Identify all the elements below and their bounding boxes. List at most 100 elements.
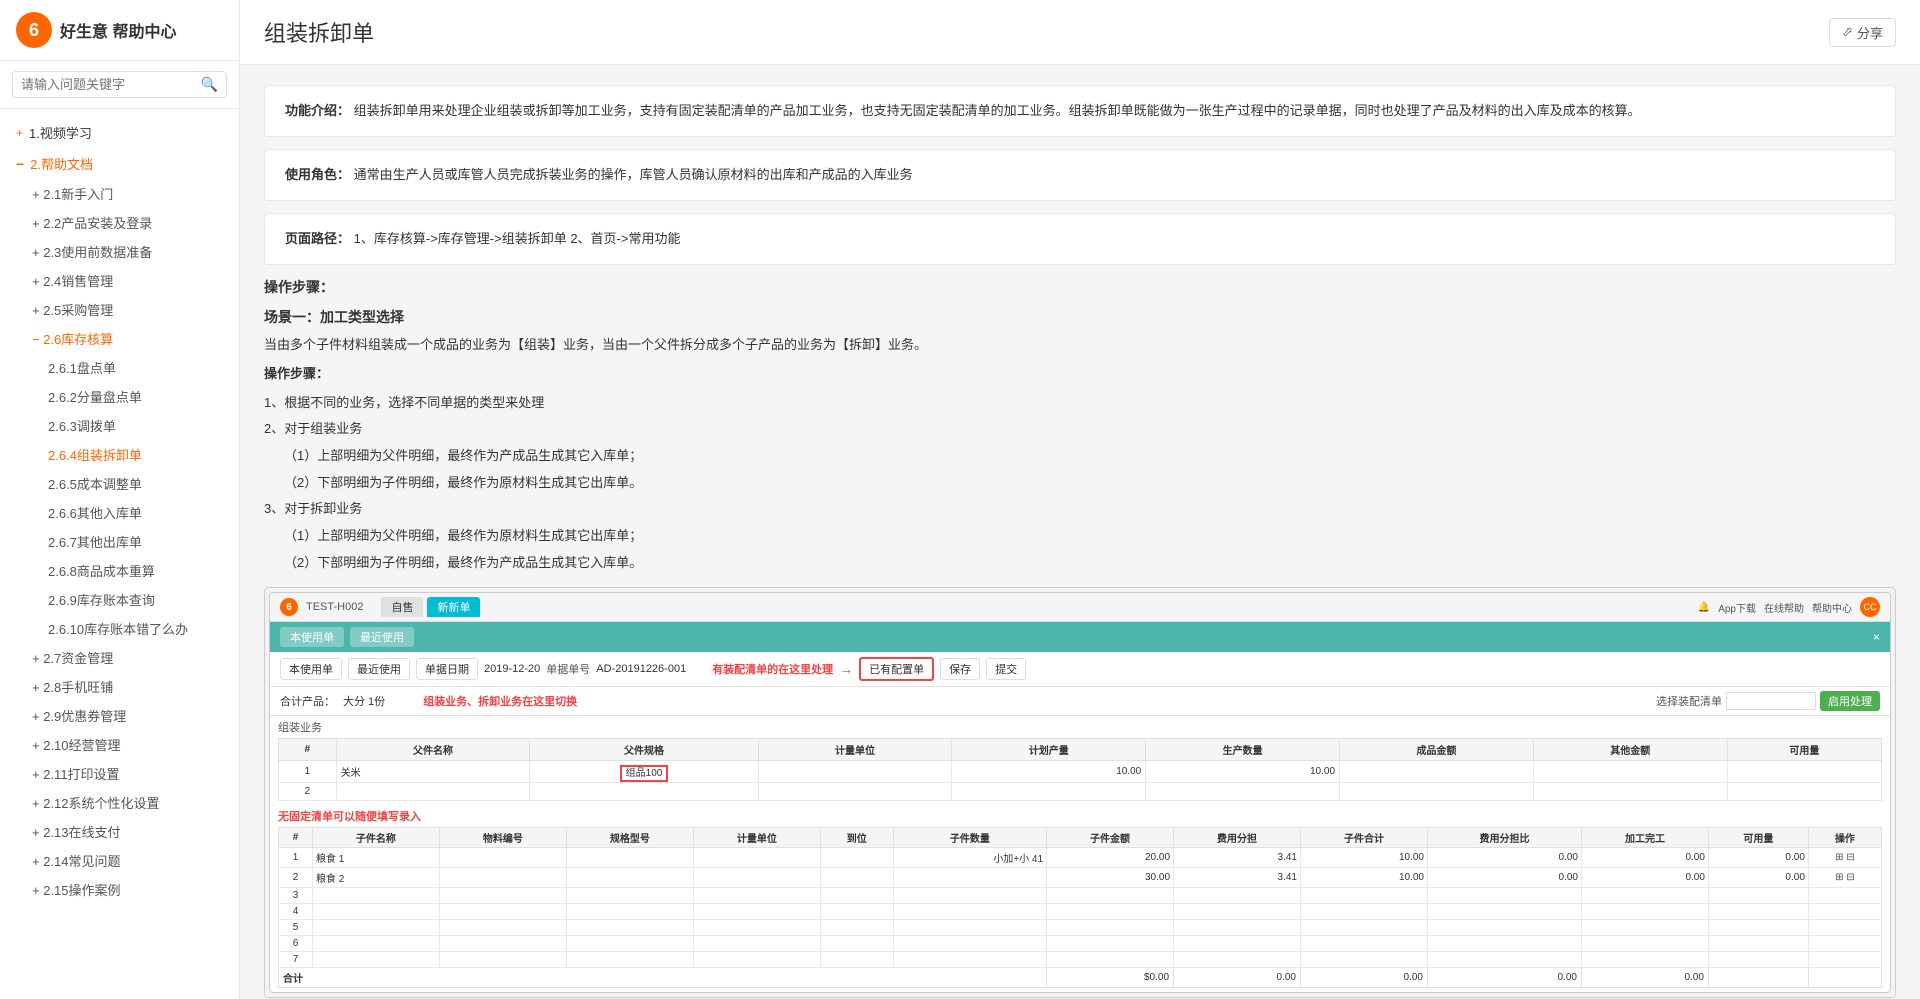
page-title: 组装拆卸单 <box>264 16 374 48</box>
sidebar-item-install[interactable]: + 2.2产品安装及登录 <box>0 208 239 237</box>
sub-r3-op <box>1808 888 1881 904</box>
sub-r7-spec <box>566 952 693 968</box>
sidebar-item-assembly[interactable]: 2.6.4组装拆卸单 <box>0 440 239 469</box>
fake-app-action1: 🔔 <box>1698 602 1710 613</box>
sidebar-item-operations[interactable]: + 2.10经营管理 <box>0 730 239 759</box>
sub-r2-name: 粮食 2 <box>312 868 439 888</box>
sidebar-item-cost-recalc[interactable]: 2.6.8商品成本重算 <box>0 556 239 585</box>
fake-config-input[interactable] <box>1726 692 1816 710</box>
sidebar-item-finance[interactable]: + 2.7资金管理 <box>0 643 239 672</box>
sidebar-item-ledger-error[interactable]: 2.6.10库存账本错了么办 <box>0 614 239 643</box>
sub-r4-unit <box>693 904 820 920</box>
sidebar-item-cases[interactable]: + 2.15操作案例 <box>0 875 239 904</box>
sub-r1-name: 粮食 1 <box>312 848 439 868</box>
fake-upper-table-wrap: 组装业务 # 父件名称 父件规格 计量单位 计划产量 生产数量 <box>270 716 1890 805</box>
sub-r6-unit <box>693 936 820 952</box>
fake-apply-btn[interactable]: 启用处理 <box>1820 691 1880 711</box>
sidebar-item-cost-adjust[interactable]: 2.6.5成本调整单 <box>0 469 239 498</box>
sidebar-item-ledger-query[interactable]: 2.6.9库存账本查询 <box>0 585 239 614</box>
share-button[interactable]: ⬀ 分享 <box>1829 18 1896 47</box>
sidebar-item-inventory[interactable]: − 2.6库存核算 <box>0 324 239 353</box>
role-text: 通常由生产人员或库管人员完成拆装业务的操作，库管人员确认原材料的出库和产成品的入… <box>354 167 913 182</box>
fake-submit-btn[interactable]: 提交 <box>986 658 1026 680</box>
fake-toolbar-btn1[interactable]: 本使用单 <box>280 658 342 680</box>
plus-icon: + <box>32 854 43 869</box>
search-input[interactable] <box>21 77 201 92</box>
operations-section: 操作步骤： 场景一：加工类型选择 当由多个子件材料组装成一个成品的业务为【组装】… <box>264 277 1896 575</box>
sub-col-child-total: 子件合计 <box>1301 828 1428 848</box>
sidebar-item-personalize[interactable]: + 2.12系统个性化设置 <box>0 788 239 817</box>
cell-row1-otheramt <box>1533 761 1727 783</box>
sidebar-item-print[interactable]: + 2.11打印设置 <box>0 759 239 788</box>
sidebar-item-help-docs[interactable]: − 2.帮助文档 <box>0 148 239 179</box>
plus-icon: + <box>32 680 43 695</box>
main-header: 组装拆卸单 ⬀ 分享 <box>240 0 1920 65</box>
annotation-text-5: 无固定清单可以随便填写录入 <box>278 808 421 824</box>
sub-r5-code <box>439 920 566 936</box>
sidebar-item-stock-check[interactable]: 2.6.1盘点单 <box>0 353 239 382</box>
sidebar-item-data-prep[interactable]: + 2.3使用前数据准备 <box>0 237 239 266</box>
sub-r2-spec <box>566 868 693 888</box>
role-block: 使用角色： 通常由生产人员或库管人员完成拆装业务的操作，库管人员确认原材料的出库… <box>264 149 1896 201</box>
sub-r4-cp <box>1581 904 1708 920</box>
fake-config-btn[interactable]: 已有配置单 <box>859 657 934 681</box>
fake-billno-val: AD-20191226-001 <box>596 663 686 675</box>
step2a: （1）上部明细为父件明细，最终作为产成品生成其它入库单； <box>284 444 1896 469</box>
sub-r3-code <box>439 888 566 904</box>
sidebar-item-partial-check[interactable]: 2.6.2分量盘点单 <box>0 382 239 411</box>
sub-r1-num: 1 <box>279 848 313 868</box>
fake-doc-actions: × <box>1873 630 1880 644</box>
sidebar-item-sales[interactable]: + 2.4销售管理 <box>0 266 239 295</box>
fake-toolbar-btn3[interactable]: 单据日期 <box>416 658 478 680</box>
cell-row2-name <box>336 783 530 801</box>
path-label: 页面路径： <box>285 231 350 246</box>
sub-r5-name <box>312 920 439 936</box>
plus-icon: + <box>32 187 43 202</box>
plus-icon: + <box>32 767 43 782</box>
sidebar-item-other-in[interactable]: 2.6.6其他入库单 <box>0 498 239 527</box>
sidebar-item-help-docs-label: 2.帮助文档 <box>30 154 93 173</box>
table-row: 2 粮食 2 30.00 3.41 10.00 <box>279 868 1882 888</box>
copy-icon[interactable]: ⊞ <box>1835 852 1843 863</box>
step3b: （2）下部明细为子件明细，最终作为产成品生成其它入库单。 <box>284 551 1896 576</box>
table-row: 2 <box>279 783 1882 801</box>
sidebar-item-videos-label: 1.视频学习 <box>29 123 92 142</box>
col-header-plan-qty: 计划产量 <box>952 739 1146 761</box>
sidebar-item-videos[interactable]: + 1.视频学习 <box>0 117 239 148</box>
delete-icon[interactable]: ⊟ <box>1846 852 1854 863</box>
sub-r5-ct <box>1301 920 1428 936</box>
fake-save-btn[interactable]: 保存 <box>940 658 980 680</box>
sidebar-item-coupon[interactable]: + 2.9优惠券管理 <box>0 701 239 730</box>
sidebar-item-faq[interactable]: + 2.14常见问题 <box>0 846 239 875</box>
copy-icon[interactable]: ⊞ <box>1835 872 1843 883</box>
search-input-wrap[interactable]: 🔍 <box>12 71 227 98</box>
sub-r1-unit <box>693 848 820 868</box>
sub-r2-unit <box>693 868 820 888</box>
sub-r3-spec <box>566 888 693 904</box>
plus-icon: + <box>32 303 43 318</box>
cell-row1-prodamt <box>1340 761 1534 783</box>
sub-r6-cp <box>1581 936 1708 952</box>
sidebar-item-newbie[interactable]: + 2.1新手入门 <box>0 179 239 208</box>
sidebar-item-other-out[interactable]: 2.6.7其他出库单 <box>0 527 239 556</box>
search-icon[interactable]: 🔍 <box>201 76 218 93</box>
sidebar-item-online-pay[interactable]: + 2.13在线支付 <box>0 817 239 846</box>
sidebar-item-purchase[interactable]: + 2.5采购管理 <box>0 295 239 324</box>
fake-toolbar-btn2[interactable]: 最近使用 <box>348 658 410 680</box>
scene1-desc: 当由多个子件材料组装成一个成品的业务为【组装】业务，当由一个父件拆分成多个子产品… <box>264 333 1896 358</box>
sub-r7-op <box>1808 952 1881 968</box>
fake-upper-table-controls: 组装业务 <box>278 716 1882 738</box>
fake-app-action3: 在线帮助 <box>1764 600 1804 615</box>
sidebar-item-mobile[interactable]: + 2.8手机旺铺 <box>0 672 239 701</box>
fake-lower-table-wrap: 无固定清单可以随便填写录入 # 子件名称 物料编号 规格型号 计量单位 <box>270 805 1890 992</box>
table-row: 7 <box>279 952 1882 968</box>
fake-tab-self: 自售 <box>381 597 423 617</box>
fake-lower-table: # 子件名称 物料编号 规格型号 计量单位 到位 子件数量 子件金额 费用分担 <box>278 827 1882 988</box>
sub-r5-num: 5 <box>279 920 313 936</box>
minus-icon: − <box>32 332 43 347</box>
sub-r1-complete: 0.00 <box>1581 848 1708 868</box>
delete-icon[interactable]: ⊟ <box>1846 872 1854 883</box>
footer-total4: 0.00 <box>1427 968 1581 988</box>
sub-col-fee-share: 费用分担 <box>1174 828 1301 848</box>
sidebar-item-transfer[interactable]: 2.6.3调拨单 <box>0 411 239 440</box>
